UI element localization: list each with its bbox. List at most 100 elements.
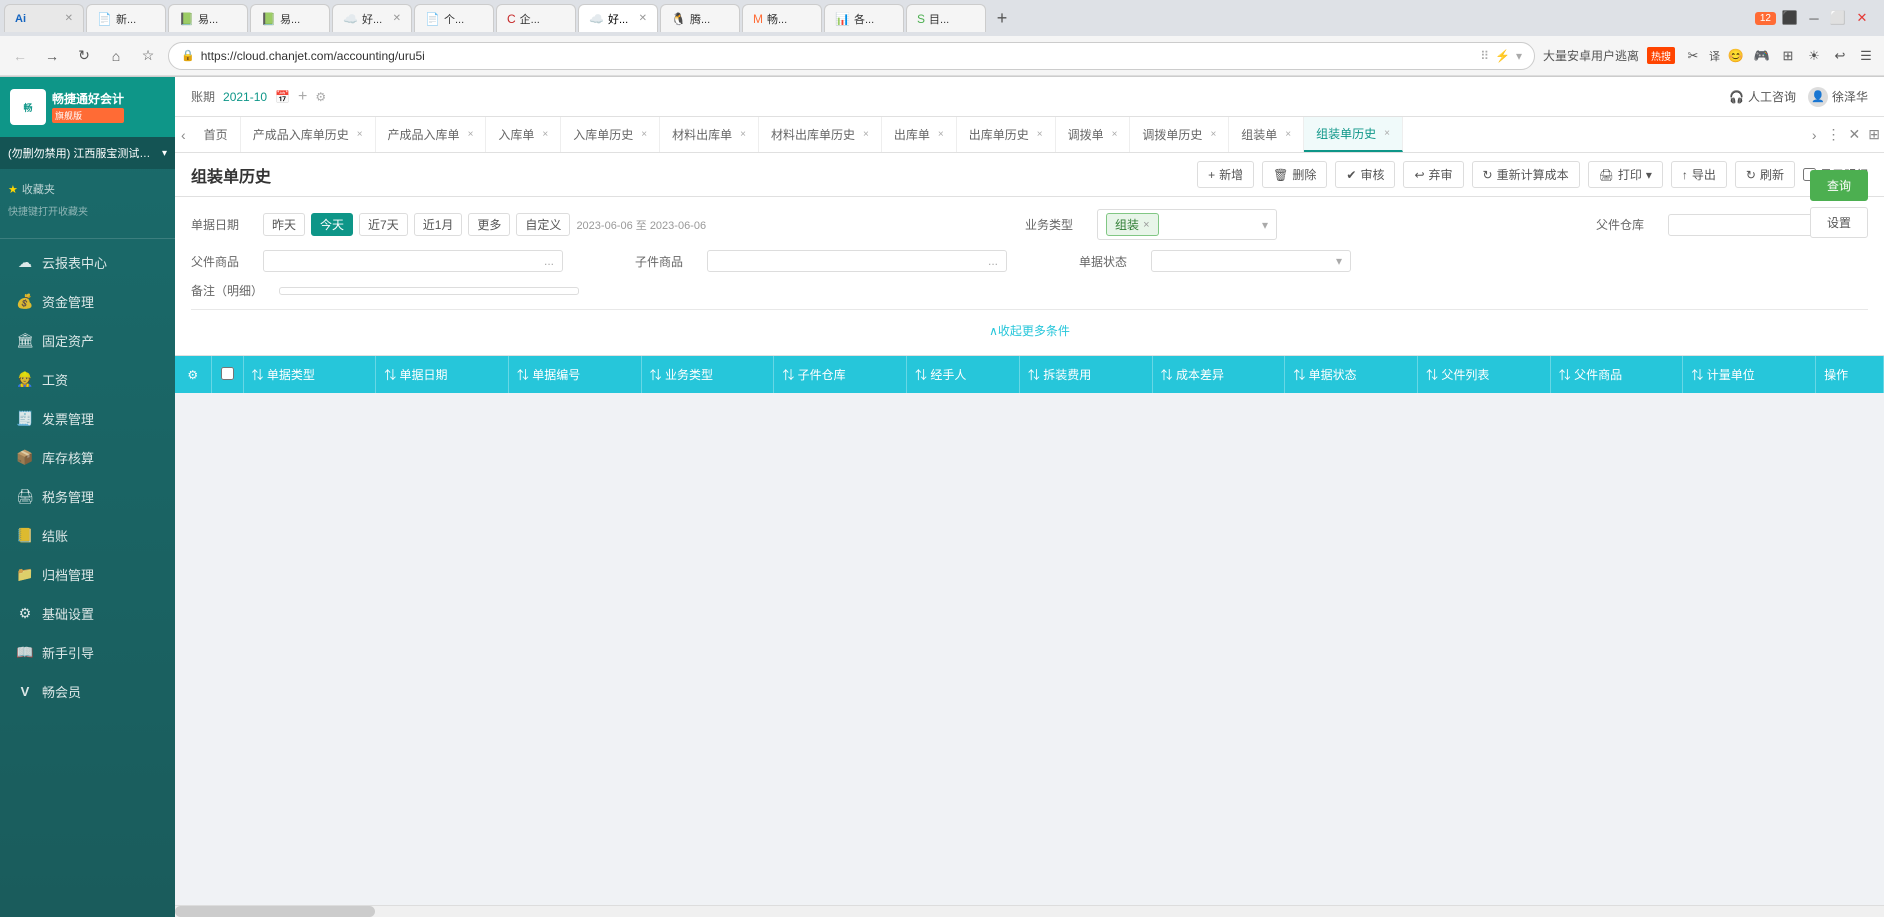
app-tab-assemble[interactable]: 组装单 × (1229, 117, 1304, 152)
tab-action-more[interactable]: ⊞ (1864, 126, 1884, 143)
remark-filter[interactable] (279, 287, 579, 295)
scroll-thumb[interactable] (175, 906, 375, 917)
th-parent-list[interactable]: ⇅ 父件列表 (1418, 356, 1551, 393)
app-tab-outbound[interactable]: 出库单 × (882, 117, 957, 152)
th-parent-goods[interactable]: ⇅ 父件商品 (1550, 356, 1683, 393)
app-tab-close-icon[interactable]: × (938, 129, 944, 140)
app-tab-close-icon[interactable]: × (641, 129, 647, 140)
app-tab-transfer-history[interactable]: 调拨单历史 × (1130, 117, 1229, 152)
url-dropdown-icon[interactable]: ▾ (1516, 49, 1522, 63)
browser-tab-mu[interactable]: S 目... (906, 4, 986, 32)
url-lightning-icon[interactable]: ⚡ (1495, 49, 1510, 63)
app-tab-finished[interactable]: 产成品入库单 × (376, 117, 487, 152)
app-tab-close-icon[interactable]: × (468, 129, 474, 140)
home-button[interactable]: ⌂ (104, 44, 128, 68)
recalc-button[interactable]: ↻ 重新计算成本 (1472, 161, 1580, 188)
tabs-scroll-right[interactable]: › (1806, 127, 1823, 143)
sidebar-item-assets[interactable]: 🏛 固定资产 (0, 321, 175, 360)
url-apps-icon[interactable]: ⠿ (1480, 49, 1489, 63)
sidebar-item-cloud-report[interactable]: ☁ 云报表中心 (0, 243, 175, 282)
sidebar-item-funds[interactable]: 💰 资金管理 (0, 282, 175, 321)
business-type-dropdown-icon[interactable]: ▾ (1262, 218, 1268, 232)
th-biz-type[interactable]: ⇅ 业务类型 (641, 356, 774, 393)
abandon-button[interactable]: ↩ 弃审 (1403, 161, 1463, 188)
grid-icon[interactable]: ⊞ (1778, 46, 1798, 66)
app-tab-outbound-history[interactable]: 出库单历史 × (957, 117, 1056, 152)
date-btn-7days[interactable]: 近7天 (359, 213, 408, 236)
browser-tab-ai[interactable]: Ai ✕ (4, 4, 84, 32)
toolbar-icon-1[interactable]: ⬛ (1780, 8, 1800, 28)
child-goods-dots[interactable]: ... (988, 254, 998, 268)
app-tab-home[interactable]: 首页 (192, 117, 241, 152)
tab-close-all-icon[interactable]: ✕ (1845, 126, 1865, 143)
collapse-button[interactable]: ∧ 收起更多条件 (191, 318, 1868, 343)
audit-button[interactable]: ✔ 审核 (1335, 161, 1395, 188)
app-tab-close-icon[interactable]: × (863, 129, 869, 140)
query-button[interactable]: 查询 (1810, 170, 1868, 201)
translate-icon[interactable]: 译 (1709, 48, 1720, 64)
sidebar-item-archive[interactable]: 📁 归档管理 (0, 555, 175, 594)
sidebar-item-tax[interactable]: 🖨 税务管理 (0, 477, 175, 516)
browser-tab-ge[interactable]: 📄 个... (414, 4, 494, 32)
browser-tab-teng[interactable]: 🐧 腾... (660, 4, 740, 32)
brightness-icon[interactable]: ☀ (1804, 46, 1824, 66)
app-tab-close-icon[interactable]: × (357, 129, 363, 140)
sidebar-item-guide[interactable]: 📖 新手引导 (0, 633, 175, 672)
menu-icon[interactable]: ☰ (1856, 46, 1876, 66)
app-tab-close-icon[interactable]: × (1285, 129, 1291, 140)
minimize-icon[interactable]: ─ (1804, 8, 1824, 28)
sidebar-item-member[interactable]: V 畅会员 (0, 672, 175, 711)
app-tab-close-icon-active[interactable]: × (1384, 128, 1390, 139)
app-tab-transfer[interactable]: 调拨单 × (1056, 117, 1131, 152)
close-window-icon[interactable]: ✕ (1852, 8, 1872, 28)
company-selector[interactable]: (勿删勿禁用) 江西服宝测试专用 ▾ (0, 137, 175, 169)
tab-close-icon[interactable]: ✕ (65, 13, 73, 24)
maximize-icon[interactable]: ⬜ (1828, 8, 1848, 28)
browser-tab-chang[interactable]: M 畅... (742, 4, 822, 32)
th-type[interactable]: ⇅ 单据类型 (243, 356, 376, 393)
parent-goods-dots[interactable]: ... (544, 254, 554, 268)
child-goods-filter[interactable]: ... (707, 250, 1007, 272)
app-tab-close-icon[interactable]: × (542, 129, 548, 140)
date-btn-1month[interactable]: 近1月 (414, 213, 463, 236)
th-child-warehouse[interactable]: ⇅ 子件仓库 (774, 356, 907, 393)
app-tab-close-icon[interactable]: × (1210, 129, 1216, 140)
undo-icon[interactable]: ↩ (1830, 46, 1850, 66)
browser-tab-qi[interactable]: C 企... (496, 4, 576, 32)
forward-button[interactable]: → (40, 44, 64, 68)
calendar-icon[interactable]: 📅 (275, 90, 290, 104)
export-button[interactable]: ↑ 导出 (1671, 161, 1727, 188)
sidebar-item-settings[interactable]: ⚙ 基础设置 (0, 594, 175, 633)
browser-tab-hao2[interactable]: ☁️ 好... ✕ (578, 4, 658, 32)
refresh-button-page[interactable]: ↻ 刷新 (1735, 161, 1795, 188)
th-settings[interactable]: ⚙ (175, 356, 211, 393)
new-tab-button[interactable]: + (988, 4, 1016, 32)
scissors-icon[interactable]: ✂ (1683, 46, 1703, 66)
app-tab-close-icon[interactable]: × (1037, 129, 1043, 140)
tab-close-active-icon[interactable]: ✕ (639, 13, 647, 24)
period-settings-icon[interactable]: ⚙ (315, 90, 326, 104)
url-bar[interactable]: 🔒 https://cloud.chanjet.com/accounting/u… (168, 42, 1535, 70)
browser-tab-new[interactable]: 📄 新... (86, 4, 166, 32)
th-disassemble-fee[interactable]: ⇅ 拆装费用 (1019, 356, 1152, 393)
app-tab-inbound-history[interactable]: 入库单历史 × (561, 117, 660, 152)
app-tab-material-out-history[interactable]: 材料出库单历史 × (759, 117, 882, 152)
th-date[interactable]: ⇅ 单据日期 (376, 356, 509, 393)
refresh-button[interactable]: ↻ (72, 44, 96, 68)
game-icon[interactable]: 🎮 (1752, 46, 1772, 66)
sidebar-item-closing[interactable]: 📒 结账 (0, 516, 175, 555)
date-btn-custom[interactable]: 自定义 (516, 213, 570, 236)
service-button[interactable]: 🎧 人工咨询 (1729, 88, 1796, 105)
print-button[interactable]: 🖨 打印 ▾ (1588, 161, 1663, 188)
app-tab-finished-history[interactable]: 产成品入库单历史 × (241, 117, 376, 152)
th-order-status[interactable]: ⇅ 单据状态 (1285, 356, 1418, 393)
browser-tab-ge2[interactable]: 📊 各... (824, 4, 904, 32)
bookmark-button[interactable]: ☆ (136, 44, 160, 68)
tag-close-icon[interactable]: × (1143, 219, 1149, 231)
emoji-icon[interactable]: 😊 (1726, 46, 1746, 66)
browser-tab-yi1[interactable]: 📗 易... (168, 4, 248, 32)
app-tab-close-icon[interactable]: × (1112, 129, 1118, 140)
th-handler[interactable]: ⇅ 经手人 (907, 356, 1020, 393)
add-shortcut-icon[interactable]: + (298, 88, 307, 106)
th-unit[interactable]: ⇅ 计量单位 (1683, 356, 1816, 393)
